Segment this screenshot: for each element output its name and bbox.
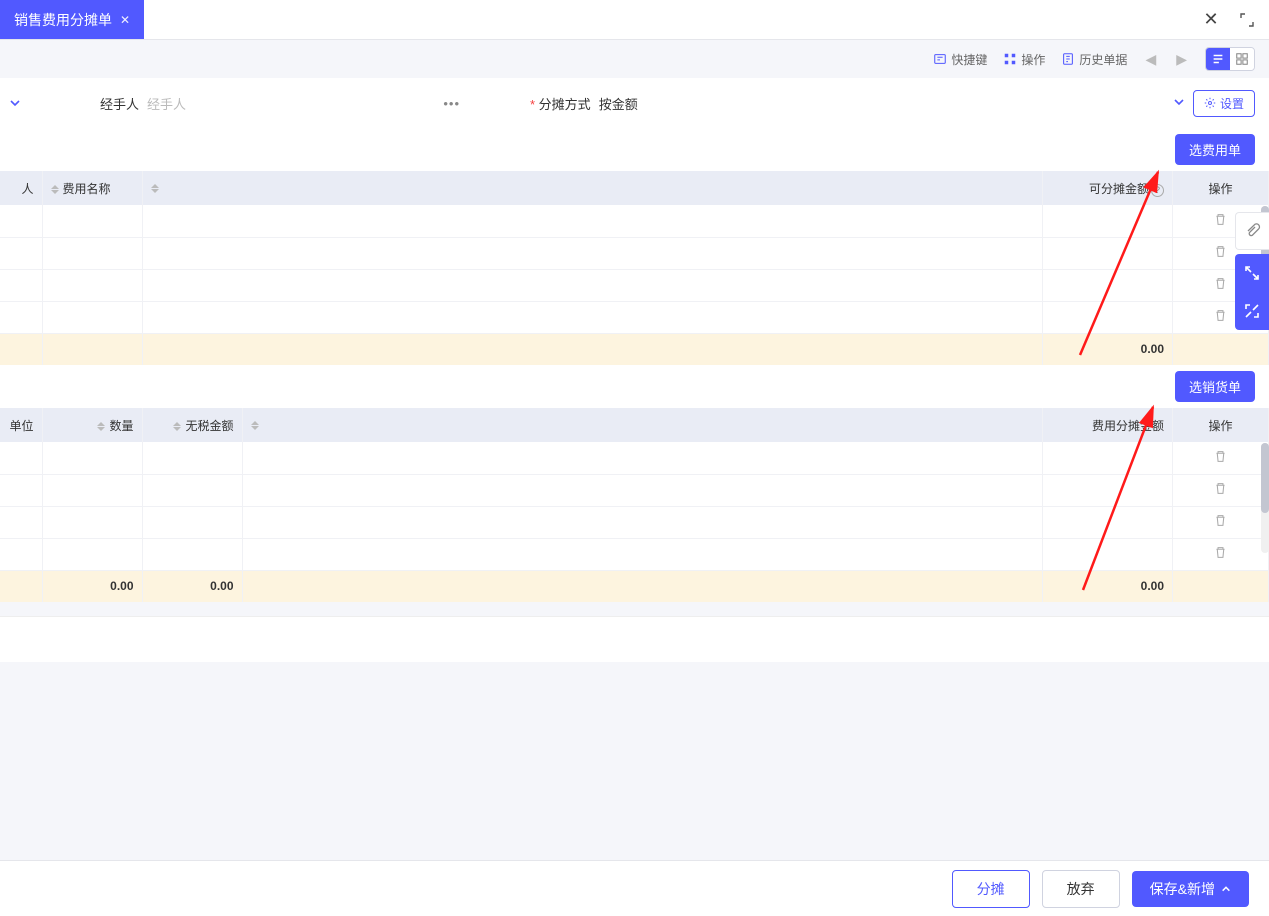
col-operation: 操作 [1173,408,1269,442]
expand-out-icon[interactable] [1235,254,1269,292]
trash-icon[interactable] [1214,452,1227,466]
table-row[interactable] [0,205,1269,237]
handler-label: 经手人 [100,94,139,113]
select-sales-bill-button[interactable]: 选销货单 [1175,371,1255,402]
trash-icon[interactable] [1214,311,1227,325]
scrollbar[interactable] [1261,443,1269,553]
toolbar: 快捷键 操作 历史单据 ◀ ▶ [0,40,1269,78]
leading-chevron-icon[interactable] [0,97,30,109]
info-icon[interactable]: ? [1151,184,1164,197]
table-row[interactable] [0,269,1269,301]
footer: 分摊 放弃 保存&新增 [0,860,1269,916]
trash-icon[interactable] [1214,484,1227,498]
total-row: 0.000.000.00 [0,570,1269,602]
tab-close-icon[interactable]: ✕ [120,13,130,27]
tab-bar: 销售费用分摊单 ✕ ✕ [0,0,1269,40]
toolbar-shortcut[interactable]: 快捷键 [933,51,987,68]
sales-section: 选销货单 单位 数量 无税金额 费用分摊金额 操作 [0,365,1269,602]
view-list-icon[interactable] [1206,48,1230,70]
table-row[interactable] [0,538,1269,570]
col-alloc-amt: 可分摊金额? [1043,171,1173,205]
table-row[interactable] [0,301,1269,333]
fee-table: 人 费用名称 可分摊金额? 操作 0.00 [0,171,1269,365]
col-unit: 单位 [0,408,42,442]
toolbar-history[interactable]: 历史单据 [1061,51,1127,68]
fullscreen-icon[interactable] [1237,10,1257,30]
more-icon[interactable]: ••• [443,96,460,111]
col-qty[interactable]: 数量 [42,408,142,442]
sales-table: 单位 数量 无税金额 费用分摊金额 操作 0.000.000.00 [0,408,1269,602]
nav-next-icon[interactable]: ▶ [1174,51,1189,68]
table-row[interactable] [0,442,1269,474]
nav-prev-icon[interactable]: ◀ [1143,51,1158,68]
trash-icon[interactable] [1214,548,1227,562]
col-fee-name[interactable]: 费用名称 [42,171,142,205]
trash-icon[interactable] [1214,279,1227,293]
table-row[interactable] [0,506,1269,538]
chevron-down-icon[interactable] [1173,96,1185,111]
discard-button[interactable]: 放弃 [1042,870,1120,908]
col-notax[interactable]: 无税金额 [142,408,242,442]
fee-section: 选费用单 人 费用名称 可分摊金额? 操作 [0,128,1269,365]
tab-active[interactable]: 销售费用分摊单 ✕ [0,0,144,39]
trash-icon[interactable] [1214,247,1227,261]
col-person: 人 [0,171,42,205]
method-label: 分摊方式 [530,94,591,113]
total-row: 0.00 [0,333,1269,365]
trash-icon[interactable] [1214,215,1227,229]
save-new-button[interactable]: 保存&新增 [1132,871,1249,907]
attachment-icon[interactable] [1235,212,1269,250]
right-rail [1235,52,1269,330]
expand-in-icon[interactable] [1235,292,1269,330]
allocate-button[interactable]: 分摊 [952,870,1030,908]
handler-placeholder: 经手人 [147,94,186,113]
col-blank[interactable] [142,171,1043,205]
chevron-up-icon [1221,884,1231,894]
tab-title: 销售费用分摊单 [14,10,112,30]
table-row[interactable] [0,474,1269,506]
table-row[interactable] [0,237,1269,269]
trash-icon[interactable] [1214,516,1227,530]
close-button[interactable]: ✕ [1197,6,1225,34]
method-field[interactable]: 分摊方式 按金额 [490,94,1193,113]
col-fee-alloc: 费用分摊金额 [1043,408,1173,442]
form-fields: 经手人 经手人 ••• 分摊方式 按金额 设置 [0,78,1269,128]
note-area [0,616,1269,662]
method-value: 按金额 [599,94,638,113]
handler-field[interactable]: 经手人 经手人 ••• [30,94,490,113]
col-blank[interactable] [242,408,1043,442]
toolbar-operate[interactable]: 操作 [1003,51,1045,68]
